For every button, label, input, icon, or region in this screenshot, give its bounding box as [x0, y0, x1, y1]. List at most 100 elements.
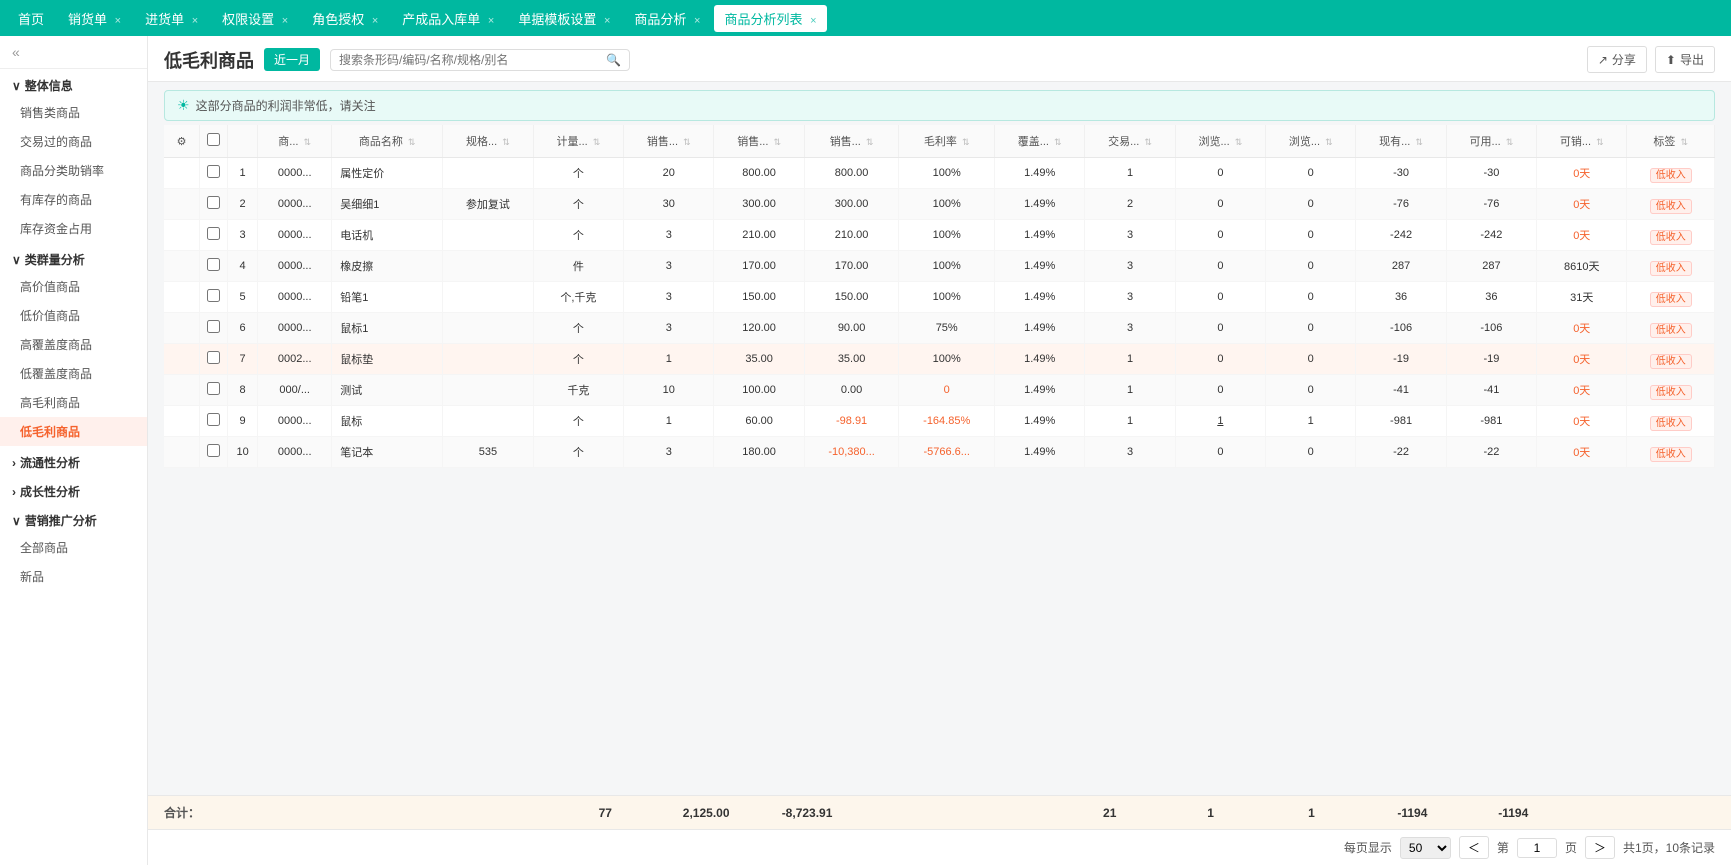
next-page-btn[interactable]: ＞	[1585, 836, 1615, 859]
row-checkbox[interactable]	[207, 227, 220, 240]
row-unit: 个	[533, 220, 623, 251]
search-input[interactable]	[339, 53, 602, 67]
nav-purchase-close[interactable]: ×	[192, 15, 198, 27]
nav-permission-close[interactable]: ×	[282, 15, 288, 27]
row-tag: 低收入	[1627, 158, 1715, 189]
nav-sales[interactable]: 销货单 ×	[58, 5, 131, 32]
row-current-stock: -41	[1356, 375, 1446, 406]
table-row: 70002... 鼠标垫 个 1 35.00 35.00 100% 1.49% …	[164, 344, 1715, 375]
header-actions: ↗ 分享 ⬆ 导出	[1587, 46, 1715, 73]
nav-sales-close[interactable]: ×	[115, 15, 121, 27]
sidebar-item-all-goods[interactable]: 全部商品	[0, 533, 147, 562]
col-sales-amount[interactable]: 销售... ⇅	[714, 125, 804, 158]
nav-role[interactable]: 角色授权 ×	[302, 5, 388, 32]
row-sales-count: 3	[624, 437, 714, 468]
nav-product-stock[interactable]: 产成品入库单 ×	[392, 5, 504, 32]
col-view2[interactable]: 浏览... ⇅	[1266, 125, 1356, 158]
row-settings	[164, 375, 200, 406]
col-coverage[interactable]: 覆盖... ⇅	[995, 125, 1085, 158]
export-button[interactable]: ⬆ 导出	[1655, 46, 1715, 73]
table-wrapper[interactable]: ⚙ 商... ⇅ 商品名称 ⇅ 规格... ⇅ 计量... ⇅ 销售... ⇅ …	[164, 125, 1715, 791]
sidebar-item-high-coverage[interactable]: 高覆盖度商品	[0, 330, 147, 359]
row-settings	[164, 189, 200, 220]
row-spec: 参加复试	[443, 189, 534, 220]
sidebar-item-traded-goods[interactable]: 交易过的商品	[0, 127, 147, 156]
row-view1[interactable]: 1	[1175, 406, 1265, 437]
col-sales-profit[interactable]: 销售... ⇅	[804, 125, 899, 158]
col-trade[interactable]: 交易... ⇅	[1085, 125, 1175, 158]
sidebar-item-high-value[interactable]: 高价值商品	[0, 272, 147, 301]
row-available: -22	[1446, 437, 1536, 468]
sidebar-item-in-stock[interactable]: 有库存的商品	[0, 185, 147, 214]
col-unit[interactable]: 计量... ⇅	[533, 125, 623, 158]
nav-product-stock-close[interactable]: ×	[488, 15, 494, 27]
page-size-select[interactable]: 50 100 200	[1400, 837, 1451, 859]
row-checkbox[interactable]	[207, 351, 220, 364]
time-filter-button[interactable]: 近一月	[264, 48, 320, 71]
row-saleable: 0天	[1537, 344, 1627, 375]
nav-home[interactable]: 首页	[8, 5, 54, 32]
share-button[interactable]: ↗ 分享	[1587, 46, 1647, 73]
sidebar-group-overall[interactable]: ∨ 整体信息	[0, 69, 147, 98]
nav-analysis-list[interactable]: 商品分析列表 ×	[714, 5, 826, 32]
row-checkbox[interactable]	[207, 258, 220, 271]
sidebar-group-marketing[interactable]: ∨ 营销推广分析	[0, 504, 147, 533]
nav-role-close[interactable]: ×	[372, 15, 378, 27]
sort-sales-count-icon: ⇅	[683, 137, 691, 147]
row-checkbox[interactable]	[207, 320, 220, 333]
row-checkbox[interactable]	[207, 289, 220, 302]
footer-total-label: 合计：	[164, 804, 224, 821]
sidebar-item-low-margin[interactable]: 低毛利商品	[0, 417, 147, 446]
row-spec	[443, 375, 534, 406]
row-checkbox[interactable]	[207, 165, 220, 178]
col-view1[interactable]: 浏览... ⇅	[1175, 125, 1265, 158]
nav-permission[interactable]: 权限设置 ×	[212, 5, 298, 32]
col-checkbox[interactable]	[200, 125, 228, 158]
row-tag: 低收入	[1627, 282, 1715, 313]
nav-template[interactable]: 单据模板设置 ×	[508, 5, 620, 32]
sidebar-item-low-coverage[interactable]: 低覆盖度商品	[0, 359, 147, 388]
col-code[interactable]: 商... ⇅	[258, 125, 332, 158]
nav-purchase[interactable]: 进货单 ×	[135, 5, 208, 32]
col-settings[interactable]: ⚙	[164, 125, 200, 158]
page-number-input[interactable]	[1517, 838, 1557, 858]
sidebar-collapse-btn[interactable]: «	[8, 40, 24, 64]
col-saleable[interactable]: 可销... ⇅	[1537, 125, 1627, 158]
col-current-stock[interactable]: 现有... ⇅	[1356, 125, 1446, 158]
row-checkbox[interactable]	[207, 196, 220, 209]
row-sales-profit: 300.00	[804, 189, 899, 220]
sidebar-group-growth[interactable]: › 成长性分析	[0, 475, 147, 504]
search-icon[interactable]: 🔍	[606, 53, 621, 67]
sidebar-item-capital[interactable]: 库存资金占用	[0, 214, 147, 243]
row-checkbox[interactable]	[207, 413, 220, 426]
footer-sales-amount: 2,125.00	[656, 806, 757, 820]
sidebar-item-high-margin[interactable]: 高毛利商品	[0, 388, 147, 417]
row-checkbox-cell	[200, 251, 228, 282]
row-name: 吴细细1	[332, 189, 443, 220]
col-gross-margin[interactable]: 毛利率 ⇅	[899, 125, 995, 158]
sidebar-group-circulation[interactable]: › 流通性分析	[0, 446, 147, 475]
select-all-checkbox[interactable]	[207, 133, 220, 146]
col-name[interactable]: 商品名称 ⇅	[332, 125, 443, 158]
col-available[interactable]: 可用... ⇅	[1446, 125, 1536, 158]
prev-page-btn[interactable]: ＜	[1459, 836, 1489, 859]
sidebar-item-new-goods[interactable]: 新品	[0, 562, 147, 591]
col-sales-count[interactable]: 销售... ⇅	[624, 125, 714, 158]
row-sales-profit: -98.91	[804, 406, 899, 437]
row-checkbox[interactable]	[207, 444, 220, 457]
sidebar-item-sales-goods[interactable]: 销售类商品	[0, 98, 147, 127]
row-code: 0000...	[258, 313, 332, 344]
row-checkbox[interactable]	[207, 382, 220, 395]
nav-analysis-close[interactable]: ×	[694, 15, 700, 27]
nav-product-analysis[interactable]: 商品分析 ×	[624, 5, 710, 32]
notice-icon: ☀	[177, 97, 190, 114]
nav-template-close[interactable]: ×	[604, 15, 610, 27]
sidebar-group-cluster[interactable]: ∨ 类群量分析	[0, 243, 147, 272]
row-code: 0000...	[258, 406, 332, 437]
sidebar-item-category-rate[interactable]: 商品分类助销率	[0, 156, 147, 185]
nav-analysis-list-close[interactable]: ×	[810, 15, 816, 27]
row-code: 0000...	[258, 158, 332, 189]
sidebar-item-low-value[interactable]: 低价值商品	[0, 301, 147, 330]
col-tag[interactable]: 标签 ⇅	[1627, 125, 1715, 158]
col-spec[interactable]: 规格... ⇅	[443, 125, 534, 158]
